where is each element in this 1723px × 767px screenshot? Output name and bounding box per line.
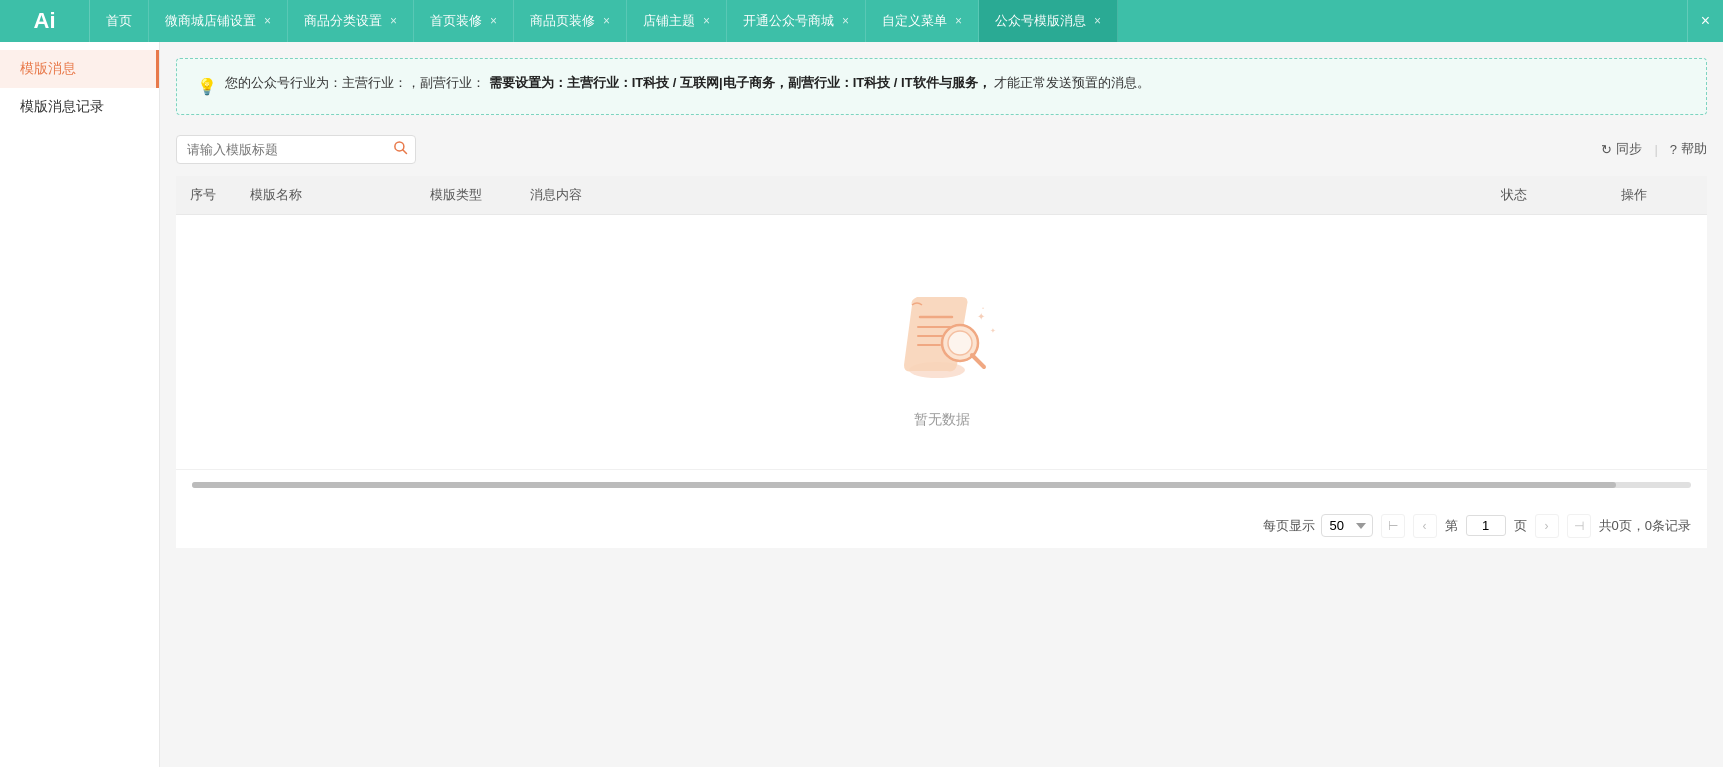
page-label: 页 xyxy=(1514,517,1527,535)
sidebar-item-1[interactable]: 模版消息记录 xyxy=(0,88,159,126)
pagination: 每页显示 102050100 ⊢ ‹ 第 页 › ⊣ 共0页，0条记录 xyxy=(176,504,1707,548)
table-col-2: 模版类型 xyxy=(416,176,516,215)
table-col-0: 序号 xyxy=(176,176,236,215)
table-header-row: 序号模版名称模版类型消息内容状态操作 xyxy=(176,176,1707,215)
nav-tab-label-5: 店铺主题 xyxy=(643,12,695,30)
first-page-button[interactable]: ⊢ xyxy=(1381,514,1405,538)
page-di-label: 第 xyxy=(1445,517,1458,535)
nav-tab-8[interactable]: 公众号模版消息 × xyxy=(979,0,1118,42)
toolbar-right: ↻ 同步 | ? 帮助 xyxy=(1601,140,1707,158)
table-col-4: 状态 xyxy=(1487,176,1607,215)
nav-tab-label-3: 首页装修 xyxy=(430,12,482,30)
total-label: 共0页，0条记录 xyxy=(1599,517,1691,535)
nav-tab-1[interactable]: 微商城店铺设置 × xyxy=(149,0,288,42)
empty-row: ✦ ✦ • 暂无数据 xyxy=(176,214,1707,469)
nav-tab-label-4: 商品页装修 xyxy=(530,12,595,30)
table-wrap: 序号模版名称模版类型消息内容状态操作 xyxy=(176,176,1707,504)
current-page-input[interactable] xyxy=(1466,515,1506,536)
sync-button[interactable]: ↻ 同步 xyxy=(1601,140,1642,158)
nav-tab-2[interactable]: 商品分类设置 × xyxy=(288,0,414,42)
nav-tab-close-7[interactable]: × xyxy=(955,14,962,28)
nav-tab-close-8[interactable]: × xyxy=(1094,14,1101,28)
main-layout: 模版消息模版消息记录 💡 您的公众号行业为：主营行业：，副营行业： 需要设置为：… xyxy=(0,42,1723,767)
search-button[interactable] xyxy=(393,140,408,158)
notice-text: 您的公众号行业为：主营行业：，副营行业： 需要设置为：主营行业：IT科技 / 互… xyxy=(225,73,1150,94)
search-bar: ↻ 同步 | ? 帮助 xyxy=(176,135,1707,164)
svg-line-1 xyxy=(403,150,407,154)
table-header: 序号模版名称模版类型消息内容状态操作 xyxy=(176,176,1707,215)
nav-tab-4[interactable]: 商品页装修 × xyxy=(514,0,627,42)
toolbar-divider: | xyxy=(1654,142,1657,157)
table-col-5: 操作 xyxy=(1607,176,1707,215)
nav-tab-close-2[interactable]: × xyxy=(390,14,397,28)
svg-line-9 xyxy=(972,355,984,367)
table-col-1: 模版名称 xyxy=(236,176,416,215)
next-page-button[interactable]: › xyxy=(1535,514,1559,538)
top-nav: Ai 首页微商城店铺设置×商品分类设置×首页装修×商品页装修×店铺主题×开通公众… xyxy=(0,0,1723,42)
nav-tab-close-1[interactable]: × xyxy=(264,14,271,28)
scrollbar-area xyxy=(176,469,1707,504)
help-button[interactable]: ? 帮助 xyxy=(1670,140,1707,158)
sidebar-item-0[interactable]: 模版消息 xyxy=(0,50,159,88)
table-col-3: 消息内容 xyxy=(516,176,1487,215)
nav-tab-close-6[interactable]: × xyxy=(842,14,849,28)
nav-tab-label-0: 首页 xyxy=(106,12,132,30)
sidebar: 模版消息模版消息记录 xyxy=(0,42,160,767)
scrollbar-thumb xyxy=(192,482,1616,488)
nav-tab-label-2: 商品分类设置 xyxy=(304,12,382,30)
logo: Ai xyxy=(0,0,90,42)
nav-tabs: 首页微商城店铺设置×商品分类设置×首页装修×商品页装修×店铺主题×开通公众号商城… xyxy=(90,0,1687,42)
empty-state: ✦ ✦ • 暂无数据 xyxy=(176,215,1707,469)
table-body: ✦ ✦ • 暂无数据 xyxy=(176,214,1707,469)
search-input-wrap xyxy=(176,135,416,164)
prev-page-button[interactable]: ‹ xyxy=(1413,514,1437,538)
content-area: 💡 您的公众号行业为：主营行业：，副营行业： 需要设置为：主营行业：IT科技 /… xyxy=(160,42,1723,767)
nav-tab-close-3[interactable]: × xyxy=(490,14,497,28)
close-all-button[interactable]: × xyxy=(1687,0,1723,42)
nav-tab-5[interactable]: 店铺主题 × xyxy=(627,0,727,42)
notice-box: 💡 您的公众号行业为：主营行业：，副营行业： 需要设置为：主营行业：IT科技 /… xyxy=(176,58,1707,115)
sync-icon: ↻ xyxy=(1601,142,1612,157)
help-icon: ? xyxy=(1670,142,1677,157)
nav-tab-label-6: 开通公众号商城 xyxy=(743,12,834,30)
empty-illustration: ✦ ✦ • xyxy=(882,275,1002,395)
nav-tab-6[interactable]: 开通公众号商城 × xyxy=(727,0,866,42)
nav-tab-close-4[interactable]: × xyxy=(603,14,610,28)
search-input[interactable] xyxy=(176,135,416,164)
notice-icon: 💡 xyxy=(197,74,217,100)
last-page-button[interactable]: ⊣ xyxy=(1567,514,1591,538)
svg-point-8 xyxy=(948,331,972,355)
svg-text:✦: ✦ xyxy=(990,327,996,334)
nav-tab-label-8: 公众号模版消息 xyxy=(995,12,1086,30)
nav-tab-label-7: 自定义菜单 xyxy=(882,12,947,30)
data-table: 序号模版名称模版类型消息内容状态操作 xyxy=(176,176,1707,469)
svg-text:✦: ✦ xyxy=(977,311,985,322)
page-size-select[interactable]: 102050100 xyxy=(1321,514,1373,537)
logo-text: Ai xyxy=(34,8,56,34)
nav-tab-7[interactable]: 自定义菜单 × xyxy=(866,0,979,42)
nav-tab-3[interactable]: 首页装修 × xyxy=(414,0,514,42)
fake-scrollbar[interactable] xyxy=(192,482,1691,488)
page-size-label: 每页显示 xyxy=(1263,517,1315,535)
nav-tab-close-5[interactable]: × xyxy=(703,14,710,28)
nav-tab-label-1: 微商城店铺设置 xyxy=(165,12,256,30)
nav-tab-0[interactable]: 首页 xyxy=(90,0,149,42)
page-size-wrap: 每页显示 102050100 xyxy=(1263,514,1373,537)
svg-text:•: • xyxy=(982,305,984,311)
empty-text: 暂无数据 xyxy=(914,411,970,429)
